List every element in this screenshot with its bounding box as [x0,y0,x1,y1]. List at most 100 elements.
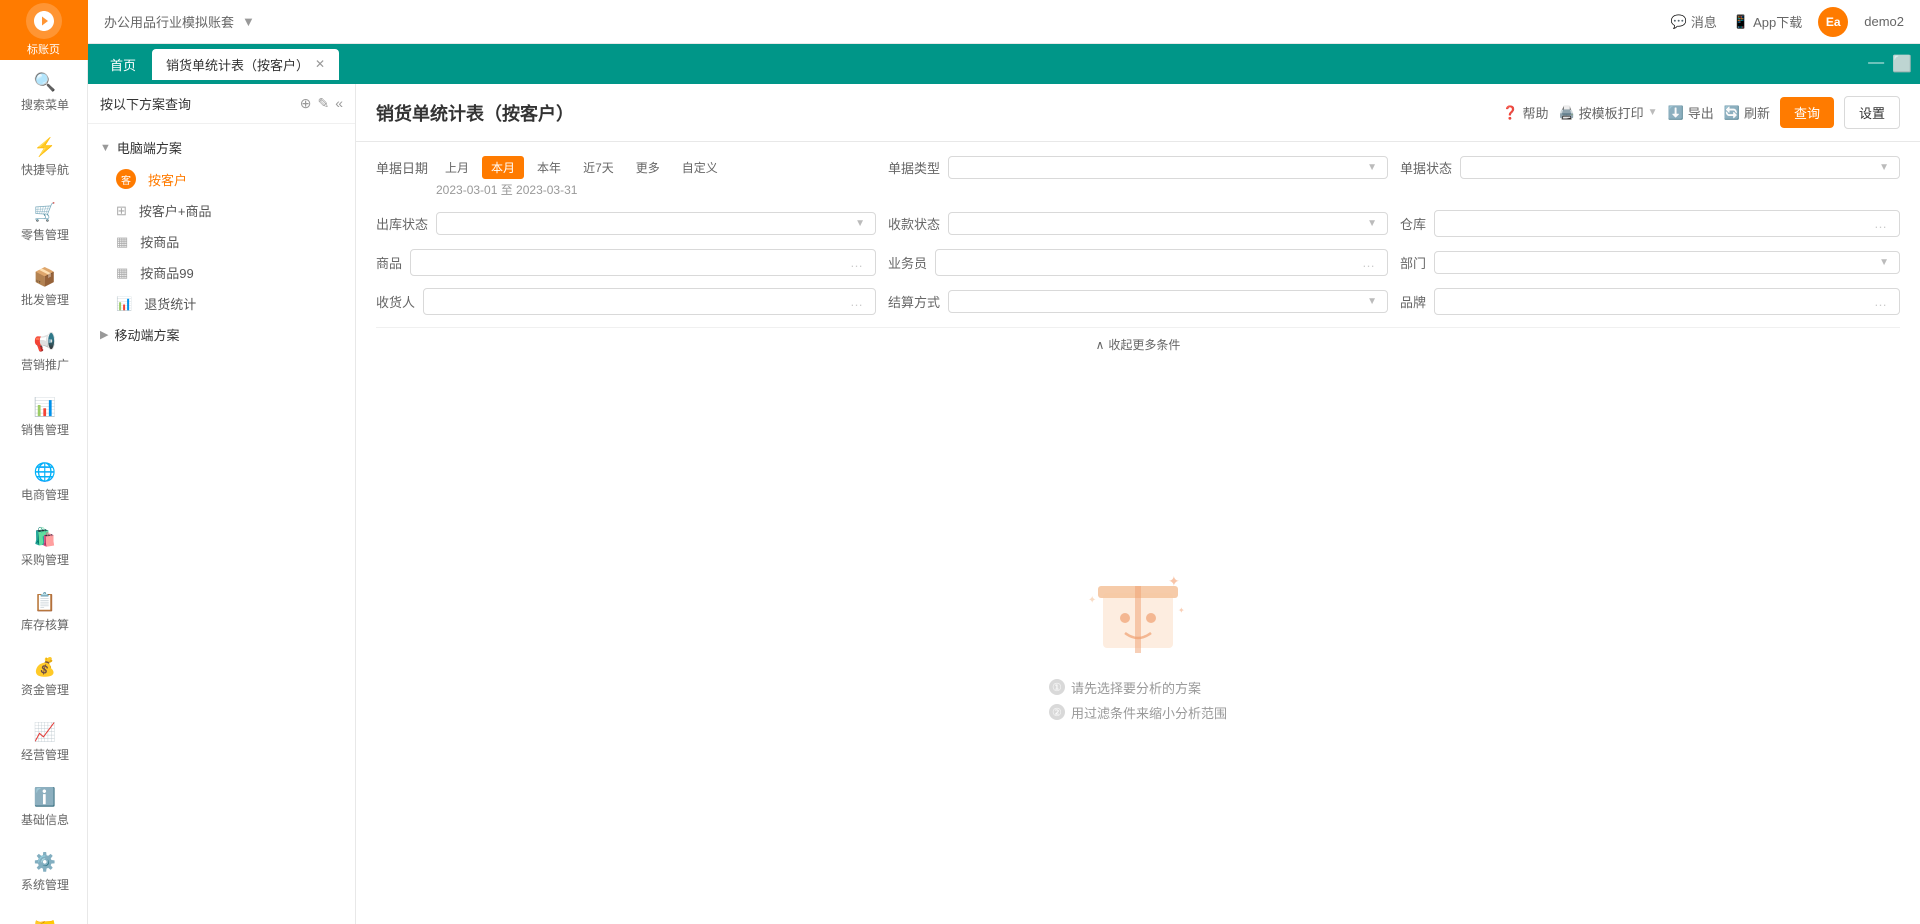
recipient-label: 收货人 [376,292,415,311]
date-filter-cell: 单据日期 上月 本月 本年 近7天 更多 自定义 [376,156,876,179]
desktop-section-label: 电脑端方案 [117,138,182,157]
returns-label: 退货统计 [144,294,196,313]
doc-status-cell: 单据状态 ▼ [1400,156,1900,179]
retail-icon: 🛒 [34,202,56,223]
template-print-button[interactable]: 🖨️ 按模板打印 ▼ [1558,103,1657,122]
sidebar-item-purchase[interactable]: 🛍️ 采购管理 [0,515,87,580]
goods99-icon: ▦ [116,265,128,281]
system-icon: ⚙️ [34,852,56,873]
tab-sales-stat[interactable]: 销货单统计表（按客户） ✕ [152,49,339,80]
close-tab-icon[interactable]: ✕ [315,57,325,71]
marketing-icon: 📢 [34,332,56,353]
goods-select[interactable]: … [410,249,876,276]
tree-item-returns[interactable]: 📊 退货统计 [88,288,355,319]
department-select[interactable]: ▼ [1434,251,1900,274]
tree-item-by-goods-99[interactable]: ▦ 按商品99 [88,257,355,288]
sidebar-item-quick-nav[interactable]: ⚡ 快捷导航 [0,125,87,190]
quick-nav-icon: ⚡ [34,137,56,158]
payment-status-select[interactable]: ▼ [948,212,1388,235]
tree-item-by-customer-goods[interactable]: ⊞ 按客户+商品 [88,195,355,226]
date-tab-custom[interactable]: 自定义 [673,156,727,179]
export-button[interactable]: ⬇️ 导出 [1668,103,1714,122]
recipient-select[interactable]: … [423,288,876,315]
user-avatar[interactable]: Ea [1818,7,1848,37]
salesperson-select[interactable]: … [935,249,1388,276]
out-status-select[interactable]: ▼ [436,212,876,235]
date-tab-this-month[interactable]: 本月 [482,156,524,179]
message-button[interactable]: 💬 消息 [1671,12,1717,31]
maximize-button[interactable]: ⬜ [1892,54,1912,74]
right-content: 销货单统计表（按客户） ❓ 帮助 🖨️ 按模板打印 ▼ ⬇️ 导出 [356,84,1920,924]
tree-section: ▼ 电脑端方案 客 按客户 ⊞ 按客户+商品 ▦ 按商品 ▦ 按商品99 [88,124,355,358]
empty-tip-1: ① 请先选择要分析的方案 [1049,678,1227,697]
sidebar-item-basic[interactable]: ℹ️ 基础信息 [0,775,87,840]
sidebar-item-finance[interactable]: 💰 资金管理 [0,645,87,710]
sidebar-item-enterprise[interactable]: 🤝 企业协同 [0,905,87,924]
refresh-button[interactable]: 🔄 刷新 [1724,103,1770,122]
sidebar-item-wholesale[interactable]: 📦 批发管理 [0,255,87,320]
goods-label: 商品 [376,253,402,272]
brand-label: 品牌 [1400,292,1426,311]
tree-mobile-section[interactable]: ▶ 移动端方案 [88,319,355,350]
main-area: 办公用品行业模拟账套 ▼ 💬 消息 📱 App下载 Ea demo2 首页 销货… [88,0,1920,924]
date-tab-7days[interactable]: 近7天 [574,156,623,179]
ecommerce-icon: 🌐 [34,462,56,483]
user-name[interactable]: demo2 [1864,14,1904,29]
empty-illustration: ✦ ✦ ✦ [1078,558,1198,658]
sales-icon: 📊 [34,397,56,418]
app-download-button[interactable]: 📱 App下载 [1733,12,1802,31]
doc-status-select[interactable]: ▼ [1460,156,1900,179]
header-left: 办公用品行业模拟账套 ▼ [104,12,255,31]
industry-label: 办公用品行业模拟账套 [104,12,234,31]
sidebar-item-retail[interactable]: 🛒 零售管理 [0,190,87,255]
settlement-select[interactable]: ▼ [948,290,1388,313]
tab-home[interactable]: 首页 [96,49,150,80]
tree-item-by-goods[interactable]: ▦ 按商品 [88,226,355,257]
returns-icon: 📊 [116,296,132,312]
query-button[interactable]: 查询 [1780,97,1834,128]
sidebar-item-sales[interactable]: 📊 销售管理 [0,385,87,450]
tree-item-by-customer[interactable]: 客 按客户 [88,163,355,195]
brand-dots: … [1874,294,1889,309]
page-actions: ❓ 帮助 🖨️ 按模板打印 ▼ ⬇️ 导出 🔄 刷新 [1502,96,1900,129]
date-tab-last-month[interactable]: 上月 [436,156,478,179]
date-tabs: 上月 本月 本年 近7天 更多 自定义 [436,156,876,179]
left-panel-header: 按以下方案查询 ⊕ ✎ « [88,84,355,124]
by-customer-goods-label: 按客户+商品 [139,201,212,220]
by-customer-label: 按客户 [148,170,187,189]
brand-select[interactable]: … [1434,288,1900,315]
download-icon: 📱 [1733,14,1749,30]
edit-scheme-button[interactable]: ✎ [317,95,329,112]
sidebar-item-system[interactable]: ⚙️ 系统管理 [0,840,87,905]
sidebar-item-inventory[interactable]: 📋 库存核算 [0,580,87,645]
industry-chevron[interactable]: ▼ [242,14,255,29]
date-tab-more[interactable]: 更多 [627,156,669,179]
home-tab-label: 首页 [110,55,136,74]
tree-desktop-section[interactable]: ▼ 电脑端方案 [88,132,355,163]
recipient-cell: 收货人 … [376,288,876,315]
doc-type-select[interactable]: ▼ [948,156,1388,179]
minimize-button[interactable]: — [1868,54,1884,74]
payment-status-chevron: ▼ [1367,218,1377,229]
sidebar-item-search[interactable]: 🔍 搜索菜单 [0,60,87,125]
goods-icon: ▦ [116,234,128,250]
collapse-panel-button[interactable]: « [335,95,343,112]
add-scheme-button[interactable]: ⊕ [300,95,312,112]
settings-button[interactable]: 设置 [1844,96,1900,129]
doc-status-chevron: ▼ [1879,162,1889,173]
help-button[interactable]: ❓ 帮助 [1502,103,1548,122]
sidebar-item-marketing[interactable]: 📢 营销推广 [0,320,87,385]
collapse-button[interactable]: ∧ 收起更多条件 [1096,336,1181,353]
sidebar: 标账页 🔍 搜索菜单 ⚡ 快捷导航 🛒 零售管理 📦 批发管理 📢 营销推广 📊… [0,0,88,924]
customer-goods-icon: ⊞ [116,203,127,219]
sidebar-item-operations[interactable]: 📈 经营管理 [0,710,87,775]
sidebar-item-ecommerce[interactable]: 🌐 电商管理 [0,450,87,515]
date-tab-this-year[interactable]: 本年 [528,156,570,179]
warehouse-select[interactable]: … [1434,210,1900,237]
mobile-section-label: 移动端方案 [114,325,179,344]
content-area: 按以下方案查询 ⊕ ✎ « ▼ 电脑端方案 客 按客户 ⊞ 按客户 [88,84,1920,924]
doc-type-label: 单据类型 [888,158,940,177]
empty-tips: ① 请先选择要分析的方案 ② 用过滤条件来缩小分析范围 [1049,678,1227,728]
message-label: 消息 [1691,12,1717,31]
department-label: 部门 [1400,253,1426,272]
